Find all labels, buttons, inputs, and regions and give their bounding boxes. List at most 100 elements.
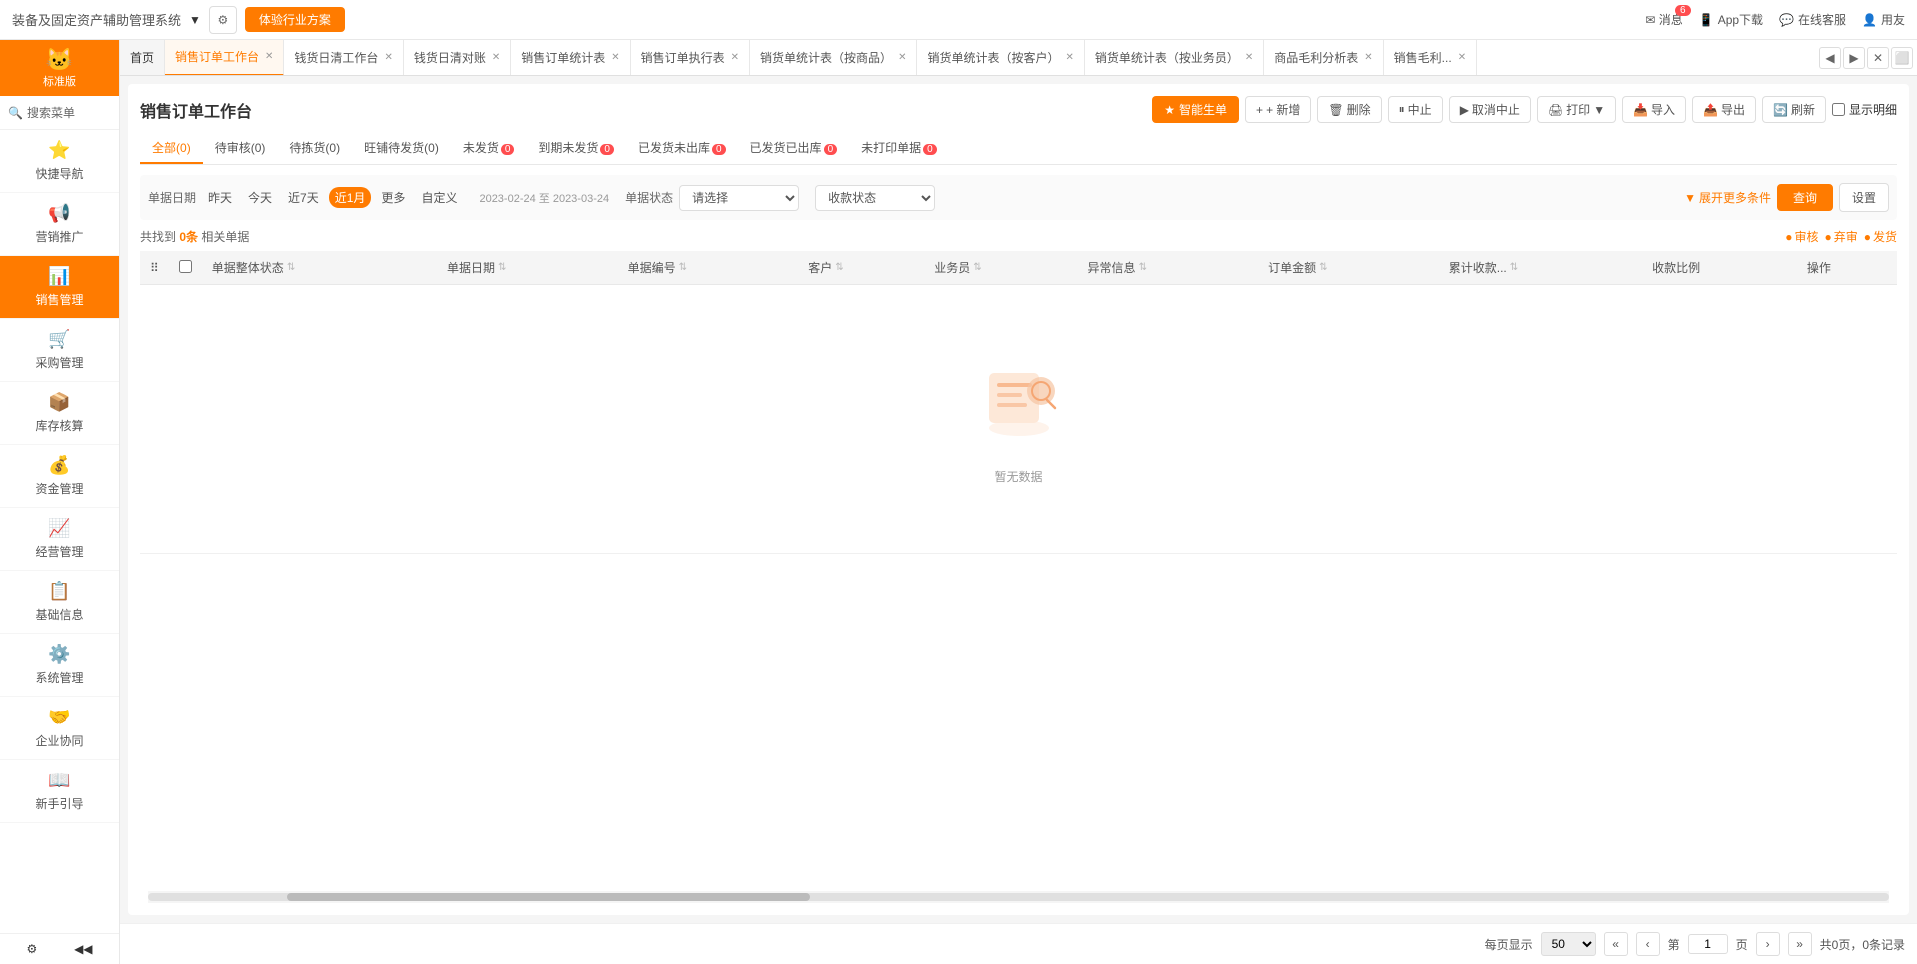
sidebar-collapse-icon[interactable]: ◀◀ bbox=[74, 942, 92, 956]
query-button[interactable]: 查询 bbox=[1777, 184, 1833, 211]
tab-close-money-daily[interactable]: ✕ bbox=[384, 52, 392, 63]
tab-close-staff-stat[interactable]: ✕ bbox=[1245, 52, 1253, 63]
tab-sales-order[interactable]: 销售订单工作台 ✕ bbox=[165, 40, 284, 76]
first-page-button[interactable]: « bbox=[1604, 932, 1628, 956]
date-7days[interactable]: 近7天 bbox=[282, 187, 325, 208]
th-cumulative[interactable]: 累计收款... ⇅ bbox=[1439, 251, 1642, 285]
status-select[interactable]: 请选择 bbox=[679, 185, 799, 211]
suspend-button[interactable]: ⏸ 中止 bbox=[1388, 96, 1443, 123]
sidebar-item-operations[interactable]: 📈 经营管理 bbox=[0, 508, 119, 571]
date-range-text: 2023-02-24 至 2023-03-24 bbox=[479, 190, 609, 206]
revoke-button[interactable]: ● 弃审 bbox=[1824, 228, 1857, 245]
tab-close-gross-margin[interactable]: ✕ bbox=[1364, 52, 1372, 63]
th-status[interactable]: 单据整体状态 ⇅ bbox=[202, 251, 437, 285]
tab-goods-stat[interactable]: 销货单统计表（按商品） ✕ bbox=[750, 40, 917, 76]
page-number-input[interactable] bbox=[1688, 934, 1728, 954]
tab-sales-gross[interactable]: 销售毛利... ✕ bbox=[1384, 40, 1477, 76]
sidebar-item-quick-nav[interactable]: ⭐ 快捷导航 bbox=[0, 130, 119, 193]
subtab-pending-review[interactable]: 待审核(0) bbox=[203, 133, 278, 164]
refresh-button[interactable]: 🔄 刷新 bbox=[1762, 96, 1826, 123]
sidebar-search-button[interactable]: 🔍 搜索菜单 bbox=[0, 96, 119, 130]
export-button[interactable]: 📤 导出 bbox=[1692, 96, 1756, 123]
select-all-checkbox[interactable] bbox=[179, 260, 192, 273]
print-button[interactable]: 🖨 打印 ▼ bbox=[1537, 96, 1616, 123]
tab-close-money-reconcile[interactable]: ✕ bbox=[492, 52, 500, 63]
tab-close-customer-stat[interactable]: ✕ bbox=[1065, 52, 1073, 63]
expand-conditions-button[interactable]: ▼ 展开更多条件 bbox=[1684, 189, 1771, 206]
subtab-not-shipped[interactable]: 未发货0 bbox=[451, 133, 527, 164]
prev-page-button[interactable]: ‹ bbox=[1636, 932, 1660, 956]
th-amount[interactable]: 订单金额 ⇅ bbox=[1258, 251, 1439, 285]
filter-settings-button[interactable]: 设置 bbox=[1839, 183, 1889, 212]
sidebar-item-purchase[interactable]: 🛒 采购管理 bbox=[0, 319, 119, 382]
tab-staff-stat[interactable]: 销货单统计表（按业务员） ✕ bbox=[1085, 40, 1264, 76]
tab-maximize-button[interactable]: ⬜ bbox=[1891, 47, 1913, 69]
tab-close-sales-gross[interactable]: ✕ bbox=[1458, 52, 1466, 63]
sidebar-item-enterprise[interactable]: 🤝 企业协同 bbox=[0, 697, 119, 760]
sidebar-item-finance[interactable]: 💰 资金管理 bbox=[0, 445, 119, 508]
date-today[interactable]: 今天 bbox=[242, 187, 278, 208]
th-abnormal[interactable]: 异常信息 ⇅ bbox=[1078, 251, 1259, 285]
subtab-wangpu-ship[interactable]: 旺铺待发货(0) bbox=[352, 133, 451, 164]
tab-next-button[interactable]: ▶ bbox=[1843, 47, 1865, 69]
subtab-shipped-out[interactable]: 已发货已出库0 bbox=[738, 133, 850, 164]
tab-money-reconcile[interactable]: 钱货日清对账 ✕ bbox=[404, 40, 511, 76]
settings-button[interactable]: ⚙ bbox=[209, 6, 237, 34]
message-button[interactable]: ✉ 6 消息 bbox=[1645, 11, 1682, 28]
show-detail-checkbox[interactable] bbox=[1832, 103, 1845, 116]
sidebar-item-sales[interactable]: 📊 销售管理 bbox=[0, 256, 119, 319]
tab-close-sales-exec[interactable]: ✕ bbox=[731, 52, 739, 63]
scrollbar-thumb[interactable] bbox=[287, 893, 809, 901]
date-1month[interactable]: 近1月 bbox=[329, 187, 372, 208]
date-custom[interactable]: 自定义 bbox=[415, 187, 463, 208]
sidebar-settings-icon[interactable]: ⚙ bbox=[26, 942, 37, 956]
cancel-suspend-button[interactable]: ▶ 取消中止 bbox=[1449, 96, 1531, 123]
online-service-button[interactable]: 💬 在线客服 bbox=[1779, 11, 1846, 28]
ship-button[interactable]: ● 发货 bbox=[1864, 228, 1897, 245]
sidebar-item-guide[interactable]: 📖 新手引导 bbox=[0, 760, 119, 823]
new-button[interactable]: + + 新增 bbox=[1245, 96, 1311, 123]
subtab-overdue-ship[interactable]: 到期未发货0 bbox=[526, 133, 626, 164]
date-more[interactable]: 更多 bbox=[375, 187, 411, 208]
tab-home[interactable]: 首页 bbox=[120, 40, 165, 76]
sidebar-item-system[interactable]: ⚙️ 系统管理 bbox=[0, 634, 119, 697]
tab-customer-stat[interactable]: 销货单统计表（按客户） ✕ bbox=[917, 40, 1084, 76]
subtab-shipped-not-out[interactable]: 已发货未出库0 bbox=[626, 133, 738, 164]
tab-sales-stat[interactable]: 销售订单统计表 ✕ bbox=[511, 40, 630, 76]
industry-button[interactable]: 体验行业方案 bbox=[245, 7, 345, 32]
tab-close-sales-stat[interactable]: ✕ bbox=[611, 52, 619, 63]
th-staff[interactable]: 业务员 ⇅ bbox=[924, 251, 1077, 285]
subtab-all[interactable]: 全部(0) bbox=[140, 133, 203, 164]
th-date[interactable]: 单据日期 ⇅ bbox=[437, 251, 618, 285]
tab-sales-exec[interactable]: 销售订单执行表 ✕ bbox=[631, 40, 750, 76]
delete-button[interactable]: 🗑 删除 bbox=[1317, 96, 1381, 123]
expand-icon: ▼ bbox=[1684, 191, 1696, 205]
subtab-pending-pick[interactable]: 待拣货(0) bbox=[277, 133, 352, 164]
sidebar-item-inventory[interactable]: 📦 库存核算 bbox=[0, 382, 119, 445]
page-size-select[interactable]: 20 50 100 bbox=[1541, 932, 1596, 956]
sidebar-item-basic-info[interactable]: 📋 基础信息 bbox=[0, 571, 119, 634]
tab-gross-margin[interactable]: 商品毛利分析表 ✕ bbox=[1264, 40, 1383, 76]
next-page-button[interactable]: › bbox=[1756, 932, 1780, 956]
tab-close-all-button[interactable]: ✕ bbox=[1867, 47, 1889, 69]
sidebar-item-marketing[interactable]: 📢 营销推广 bbox=[0, 193, 119, 256]
th-checkbox[interactable] bbox=[169, 251, 202, 285]
user-menu-button[interactable]: 👤 用友 bbox=[1862, 11, 1905, 28]
tab-close-goods-stat[interactable]: ✕ bbox=[898, 52, 906, 63]
app-download-button[interactable]: 📱 App下载 bbox=[1699, 11, 1763, 28]
tab-close-sales-order[interactable]: ✕ bbox=[265, 51, 273, 62]
subtab-not-printed[interactable]: 未打印单据0 bbox=[849, 133, 949, 164]
last-page-button[interactable]: » bbox=[1788, 932, 1812, 956]
horizontal-scrollbar[interactable] bbox=[148, 891, 1889, 903]
tab-prev-button[interactable]: ◀ bbox=[1819, 47, 1841, 69]
payment-select[interactable]: 收款状态 bbox=[815, 185, 935, 211]
tab-money-daily[interactable]: 钱货日清工作台 ✕ bbox=[284, 40, 403, 76]
import-button[interactable]: 📥 导入 bbox=[1622, 96, 1686, 123]
show-detail-checkbox-label[interactable]: 显示明细 bbox=[1832, 101, 1897, 118]
approve-button[interactable]: ● 审核 bbox=[1785, 228, 1818, 245]
date-yesterday[interactable]: 昨天 bbox=[202, 187, 238, 208]
system-dropdown[interactable]: ▼ bbox=[189, 13, 201, 27]
smart-generate-button[interactable]: ★ 智能生单 bbox=[1152, 96, 1239, 123]
th-customer[interactable]: 客户 ⇅ bbox=[798, 251, 924, 285]
th-number[interactable]: 单据编号 ⇅ bbox=[618, 251, 799, 285]
